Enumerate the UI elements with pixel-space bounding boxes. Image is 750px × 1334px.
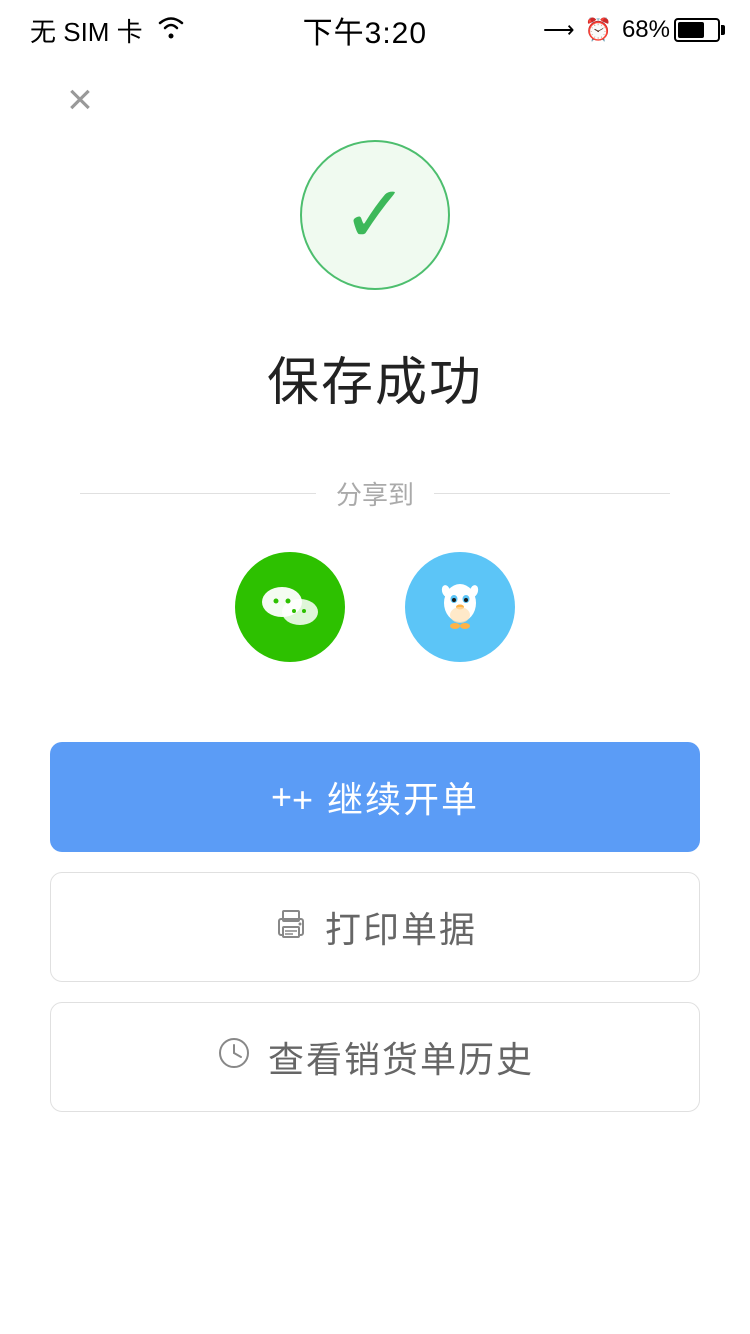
carrier-text: 无 SIM 卡 xyxy=(30,12,143,49)
success-title: 保存成功 xyxy=(267,340,483,415)
print-label: 打印单据 xyxy=(325,901,477,953)
continue-label: + 继续开单 xyxy=(292,771,479,823)
divider-left xyxy=(80,493,316,494)
status-bar: 无 SIM 卡 下午3:20 ⟶ ⏰ 68% xyxy=(0,0,750,60)
share-divider: 分享到 xyxy=(0,475,750,512)
location-icon: ⟶ xyxy=(543,17,575,43)
battery-block: 68% xyxy=(622,16,720,44)
printer-icon xyxy=(273,905,309,950)
wifi-icon xyxy=(155,14,187,47)
history-label: 查看销货单历史 xyxy=(268,1031,534,1083)
main-content: ✓ 保存成功 分享到 xyxy=(0,60,750,1112)
battery-fill xyxy=(678,22,704,38)
wechat-icon xyxy=(255,572,325,642)
qq-icon xyxy=(428,575,493,640)
status-right: ⟶ ⏰ 68% xyxy=(543,16,720,44)
divider-right xyxy=(434,493,670,494)
share-label: 分享到 xyxy=(336,475,414,512)
wechat-button[interactable] xyxy=(235,552,345,662)
print-button[interactable]: 打印单据 xyxy=(50,872,700,982)
close-icon: × xyxy=(67,78,93,122)
alarm-icon: ⏰ xyxy=(585,17,612,43)
share-icons xyxy=(235,552,515,662)
clock-icon xyxy=(216,1035,252,1080)
plus-icon: + xyxy=(271,776,292,818)
battery-percent: 68% xyxy=(622,16,670,44)
history-button[interactable]: 查看销货单历史 xyxy=(50,1002,700,1112)
checkmark-icon: ✓ xyxy=(341,175,408,255)
status-carrier: 无 SIM 卡 xyxy=(30,12,187,49)
battery-icon xyxy=(674,18,720,42)
buttons-section: + + 继续开单 打印单据 xyxy=(50,742,700,1112)
status-time: 下午3:20 xyxy=(303,8,427,52)
share-section: 分享到 xyxy=(0,475,750,662)
success-circle: ✓ xyxy=(300,140,450,290)
continue-button[interactable]: + + 继续开单 xyxy=(50,742,700,852)
qq-button[interactable] xyxy=(405,552,515,662)
close-button[interactable]: × xyxy=(50,70,110,130)
